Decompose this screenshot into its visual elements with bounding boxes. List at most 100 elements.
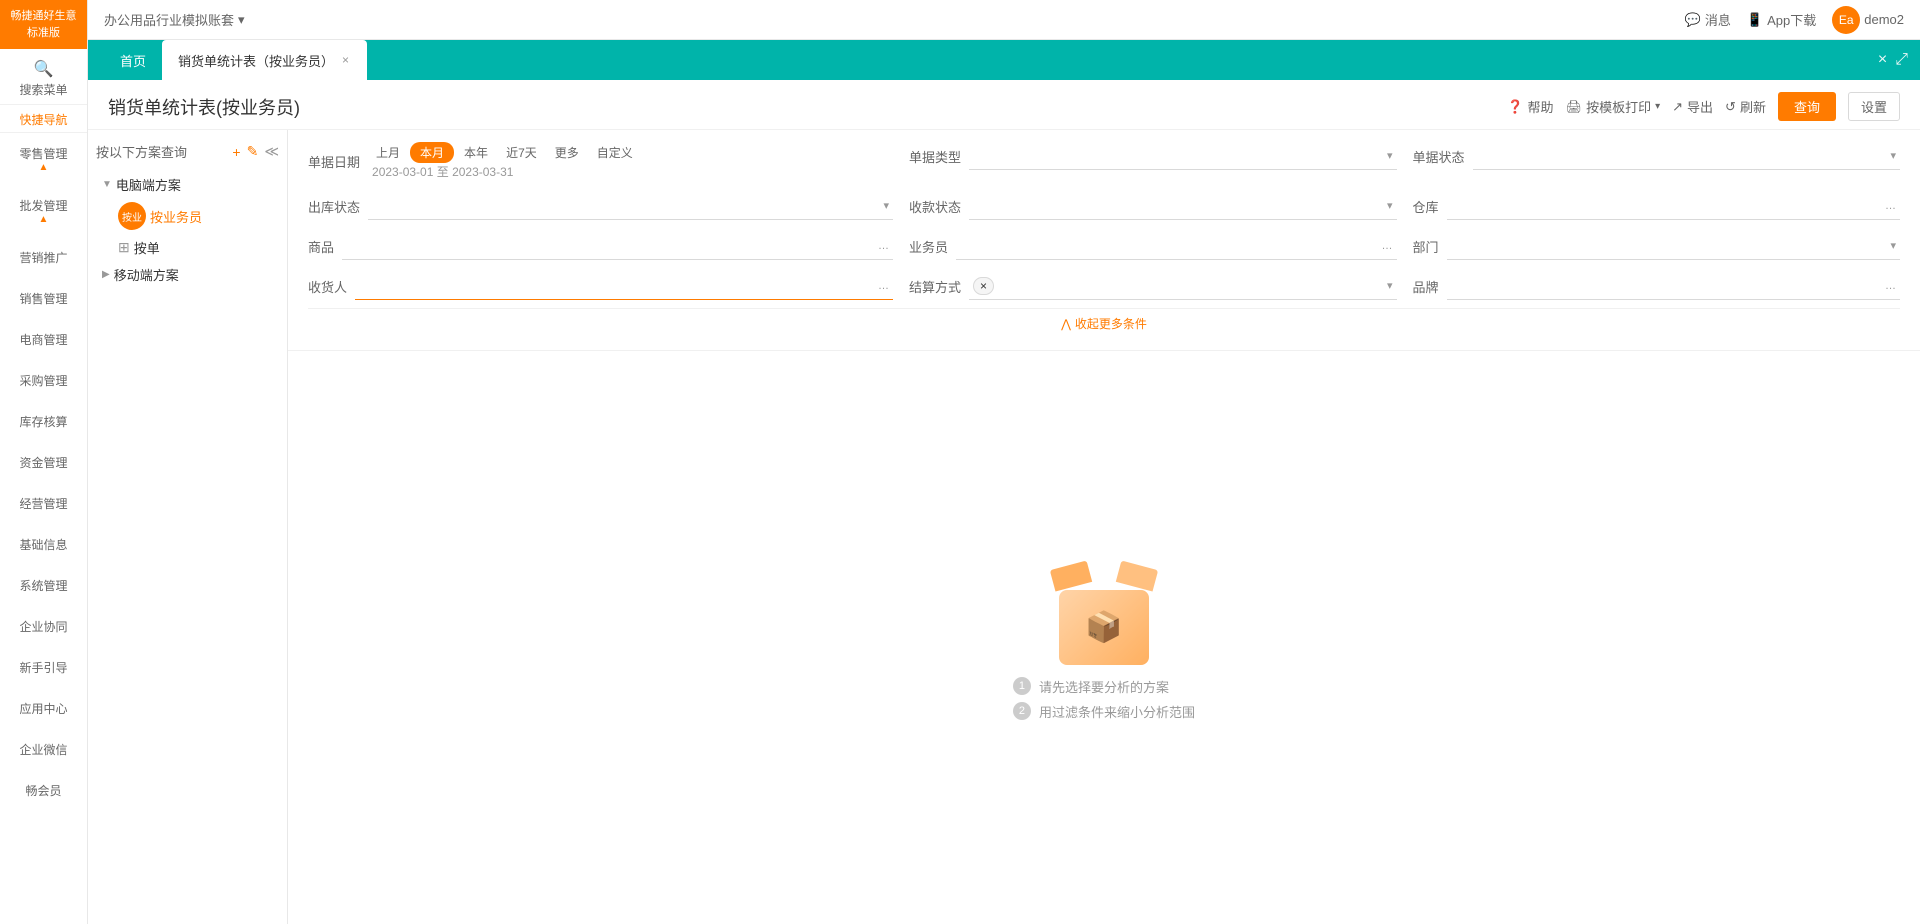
tab-home[interactable]: 首页 <box>104 40 162 80</box>
sidebar-item-marketing[interactable]: 营销推广 <box>0 237 87 278</box>
order-status-label: 单据状态 <box>1413 147 1465 166</box>
wholesale-arrow: ▲ <box>0 214 87 225</box>
right-panel: 单据日期 上月 本月 本年 近7天 更多 自定义 20 <box>288 130 1920 924</box>
mobile-scheme-label: 移动端方案 <box>114 265 179 284</box>
order-status-dropdown-icon: ▾ <box>1890 149 1896 162</box>
box-flap-left <box>1050 560 1092 591</box>
purchase-label: 采购管理 <box>0 372 87 389</box>
collapse-panel-button[interactable]: ≪ <box>264 143 279 160</box>
avatar-text: Ea <box>1839 13 1854 27</box>
sidebar-item-enterprise[interactable]: 企业协同 <box>0 606 87 647</box>
page-header: 销货单统计表(按业务员) ❓ 帮助 🖨 按模板打印 ▾ ↗ 导出 ↺ 刷新 <box>88 80 1920 130</box>
department-dropdown-icon: ▾ <box>1890 239 1896 252</box>
department-field[interactable]: ▾ <box>1447 232 1900 260</box>
settlement-label: 结算方式 <box>909 277 961 296</box>
account-name: 办公用品行业模拟账套 <box>104 10 234 29</box>
query-button[interactable]: 查询 <box>1778 92 1836 121</box>
wechat-label: 企业微信 <box>0 741 87 758</box>
settlement-tag-close-btn[interactable]: × <box>980 279 987 293</box>
order-type-field[interactable]: ▾ <box>969 142 1396 170</box>
left-panel-icons: + ✎ ≪ <box>232 143 279 160</box>
empty-hints: 1 请先选择要分析的方案 2 用过滤条件来缩小分析范围 <box>1013 677 1195 721</box>
payment-status-field[interactable]: ▾ <box>969 192 1396 220</box>
brand-field[interactable]: … <box>1447 272 1900 300</box>
dropdown-arrow-icon: ▾ <box>238 12 245 28</box>
empty-state: 📦 1 请先选择要分析的方案 2 用过滤条件来缩小分析范围 <box>288 351 1920 924</box>
retail-label: 零售管理 <box>0 145 87 162</box>
date-btn-last-month[interactable]: 上月 <box>368 142 408 163</box>
warehouse-field[interactable]: … <box>1447 192 1900 220</box>
salesperson-label: 业务员 <box>909 237 948 256</box>
edit-scheme-button[interactable]: ✎ <box>247 143 259 160</box>
desktop-expand-icon: ▼ <box>102 179 112 190</box>
sidebar-item-appcenter[interactable]: 应用中心 <box>0 688 87 729</box>
tab-bar: 首页 销货单统计表（按业务员） × × ⤢ <box>88 40 1920 80</box>
sidebar-nav[interactable]: 快捷导航 <box>0 105 87 133</box>
tab-restore-button[interactable]: ⤢ <box>1895 51 1908 69</box>
consignee-more-icon: … <box>878 280 889 292</box>
tab-minimize-button[interactable]: × <box>1878 51 1887 69</box>
tab-sales-stats[interactable]: 销货单统计表（按业务员） × <box>162 40 367 80</box>
date-btn-custom[interactable]: 自定义 <box>589 142 641 163</box>
date-btn-7days[interactable]: 近7天 <box>498 142 545 163</box>
tab-close-button[interactable]: × <box>340 51 351 69</box>
goods-more-icon: … <box>878 240 889 252</box>
account-selector[interactable]: 办公用品行业模拟账套 ▾ <box>104 10 245 29</box>
goods-field[interactable]: … <box>342 232 893 260</box>
refresh-button[interactable]: ↺ 刷新 <box>1725 97 1766 116</box>
date-btn-more[interactable]: 更多 <box>547 142 587 163</box>
hint-2-number: 2 <box>1013 702 1031 720</box>
date-range-display: 2023-03-01 至 2023-03-31 <box>372 163 893 180</box>
filter-area: 单据日期 上月 本月 本年 近7天 更多 自定义 20 <box>288 130 1920 351</box>
page-content: 销货单统计表(按业务员) ❓ 帮助 🖨 按模板打印 ▾ ↗ 导出 ↺ 刷新 <box>88 80 1920 924</box>
sidebar-item-system[interactable]: 系统管理 <box>0 565 87 606</box>
print-button[interactable]: 🖨 按模板打印 ▾ <box>1566 97 1661 116</box>
salesperson-field[interactable]: … <box>956 232 1396 260</box>
settlement-field[interactable]: × ▾ <box>969 272 1396 300</box>
user-profile-button[interactable]: Ea demo2 <box>1832 6 1904 34</box>
export-button[interactable]: ↗ 导出 <box>1672 97 1713 116</box>
stock-out-field[interactable]: ▾ <box>368 192 893 220</box>
sidebar-item-finance[interactable]: 资金管理 <box>0 442 87 483</box>
collapse-filters-button[interactable]: ⋀ 收起更多条件 <box>308 308 1900 338</box>
order-status-field[interactable]: ▾ <box>1473 142 1900 170</box>
sidebar-item-wholesale[interactable]: 批发管理 ▲ <box>0 185 87 237</box>
sidebar-item-base[interactable]: 基础信息 <box>0 524 87 565</box>
order-icon: ⊞ <box>118 239 130 256</box>
date-btn-this-month[interactable]: 本月 <box>410 142 454 163</box>
settings-button[interactable]: 设置 <box>1848 92 1900 121</box>
tree-desktop[interactable]: ▼ 电脑端方案 <box>96 171 279 198</box>
sidebar-item-operations[interactable]: 经营管理 <box>0 483 87 524</box>
topbar-left: 办公用品行业模拟账套 ▾ <box>104 10 245 29</box>
date-btn-this-year[interactable]: 本年 <box>456 142 496 163</box>
home-tab-label: 首页 <box>120 51 146 70</box>
scheme-by-salesperson[interactable]: 按业 按业务员 <box>112 198 279 234</box>
sidebar-item-ecommerce[interactable]: 电商管理 <box>0 319 87 360</box>
sales-label: 销售管理 <box>0 290 87 307</box>
sidebar-item-newbie[interactable]: 新手引导 <box>0 647 87 688</box>
message-icon: 💬 <box>1685 12 1701 28</box>
tree-mobile[interactable]: ▶ 移动端方案 <box>96 261 279 288</box>
member-label: 畅会员 <box>0 782 87 799</box>
help-button[interactable]: ❓ 帮助 <box>1507 97 1553 116</box>
enterprise-label: 企业协同 <box>0 618 87 635</box>
message-button[interactable]: 💬 消息 <box>1685 10 1731 29</box>
sidebar-item-purchase[interactable]: 采购管理 <box>0 360 87 401</box>
sidebar-item-member[interactable]: 畅会员 <box>0 770 87 811</box>
empty-illustration: 📦 <box>1034 555 1174 665</box>
scheme-by-order[interactable]: ⊞ 按单 <box>112 234 279 261</box>
sidebar-item-wechat[interactable]: 企业微信 <box>0 729 87 770</box>
settlement-dropdown-icon: ▾ <box>1387 279 1393 292</box>
add-scheme-button[interactable]: + <box>232 144 240 160</box>
appcenter-label: 应用中心 <box>0 700 87 717</box>
user-label: demo2 <box>1864 12 1904 27</box>
sidebar-item-retail[interactable]: 零售管理 ▲ <box>0 133 87 185</box>
sidebar-search[interactable]: 🔍 搜索菜单 <box>0 49 87 105</box>
topbar: 办公用品行业模拟账套 ▾ 💬 消息 📱 App下载 Ea demo2 <box>88 0 1920 40</box>
box-flap-right <box>1116 560 1158 591</box>
app-logo[interactable]: 畅捷通好生意 标准版 <box>0 0 87 49</box>
sidebar-item-inventory[interactable]: 库存核算 <box>0 401 87 442</box>
sidebar-item-sales[interactable]: 销售管理 <box>0 278 87 319</box>
app-download-button[interactable]: 📱 App下载 <box>1747 10 1816 29</box>
consignee-field[interactable]: … <box>355 272 893 300</box>
